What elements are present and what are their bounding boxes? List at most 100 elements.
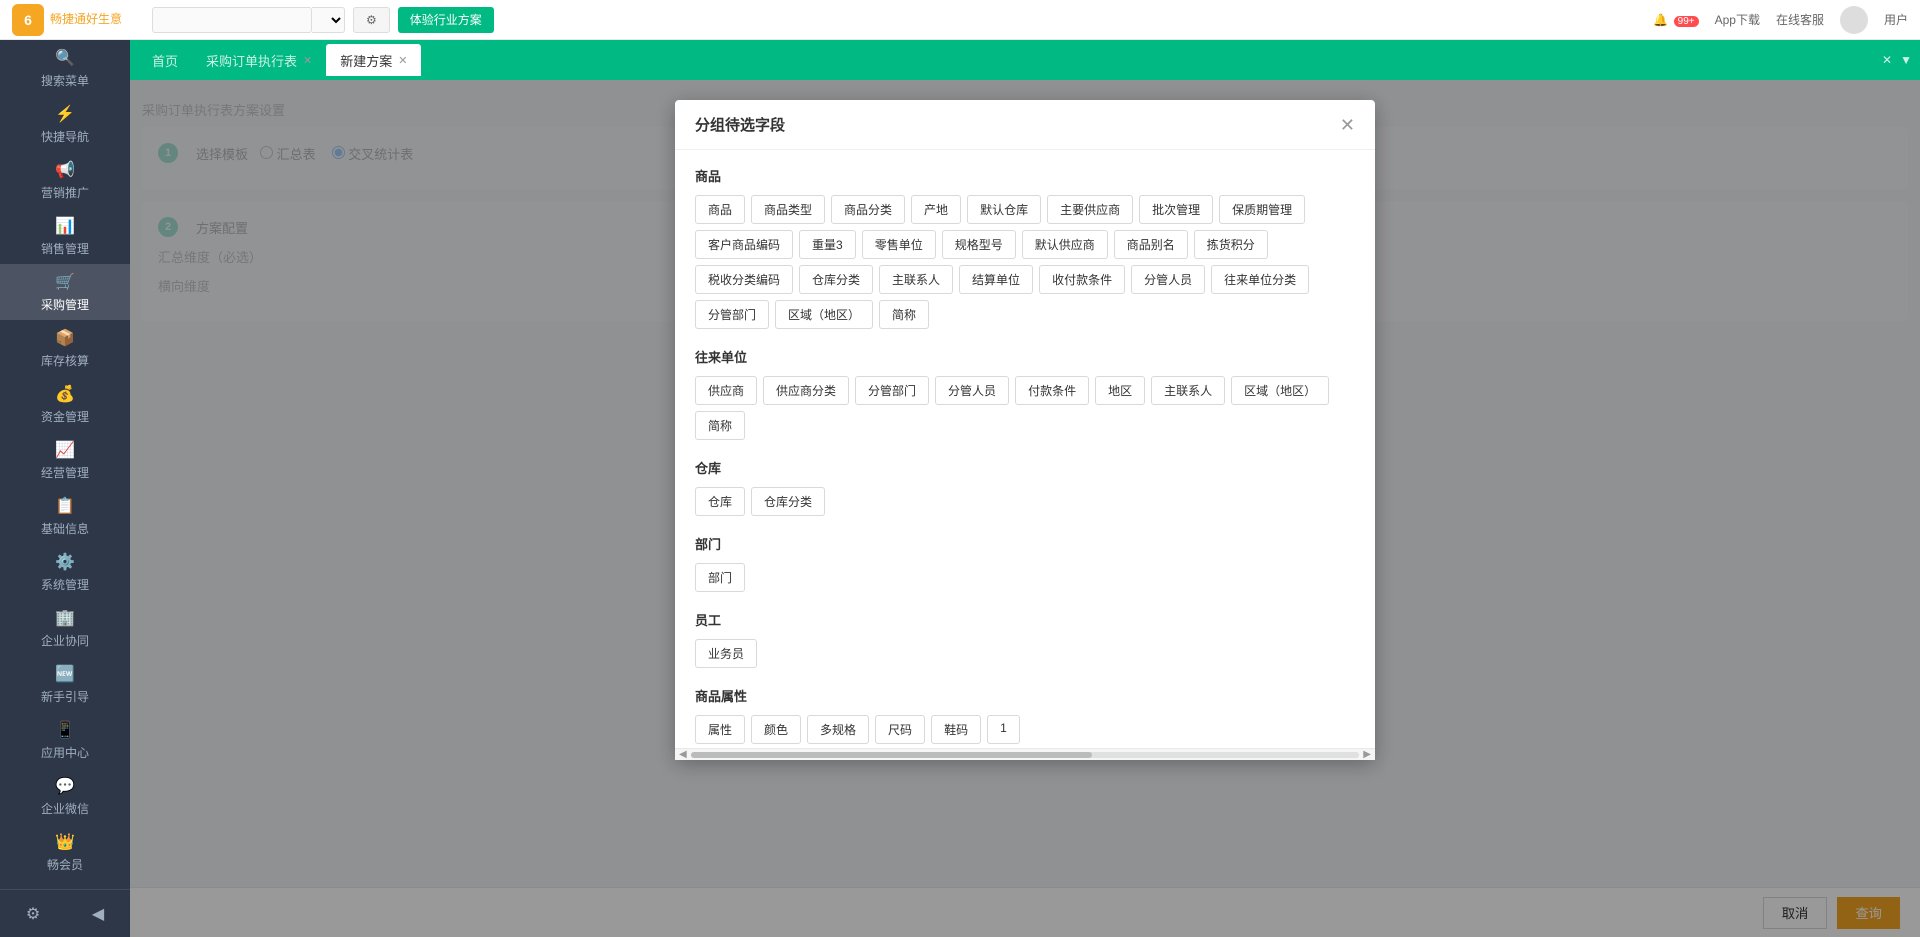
field-tag[interactable]: 零售单位 (862, 230, 936, 259)
tab-close-purchase[interactable]: ✕ (303, 54, 312, 67)
sidebar-item-marketing[interactable]: 📢 营销推广 (0, 152, 130, 208)
field-tag[interactable]: 仓库分类 (751, 487, 825, 516)
field-tag[interactable]: 尺码 (875, 715, 925, 744)
field-tag[interactable]: 默认仓库 (967, 195, 1041, 224)
field-tag[interactable]: 付款条件 (1015, 376, 1089, 405)
search-dropdown[interactable] (312, 7, 345, 33)
field-tag[interactable]: 结算单位 (959, 265, 1033, 294)
sidebar-item-system[interactable]: ⚙️ 系统管理 (0, 544, 130, 600)
field-tag[interactable]: 商品别名 (1114, 230, 1188, 259)
field-tag[interactable]: 主要供应商 (1047, 195, 1133, 224)
sidebar-item-inventory[interactable]: 📦 库存核算 (0, 320, 130, 376)
sidebar-item-apps[interactable]: 📱 应用中心 (0, 712, 130, 768)
section-employee: 员工 业务员 (695, 610, 1355, 668)
search-input[interactable] (152, 7, 312, 33)
sidebar-item-sales[interactable]: 📊 销售管理 (0, 208, 130, 264)
tab-menu-btn[interactable]: ▼ (1900, 53, 1912, 67)
section-product-attr-title: 商品属性 (695, 686, 1355, 705)
field-tag[interactable]: 颜色 (751, 715, 801, 744)
field-tag[interactable]: 仓库分类 (799, 265, 873, 294)
field-tag[interactable]: 收付款条件 (1039, 265, 1125, 294)
field-tag[interactable]: 区域（地区） (1231, 376, 1329, 405)
section-department: 部门 部门 (695, 534, 1355, 592)
field-tag[interactable]: 拣货积分 (1194, 230, 1268, 259)
sidebar-item-operations[interactable]: 📈 经营管理 (0, 432, 130, 488)
notification-badge: 99+ (1674, 16, 1699, 27)
modal-body[interactable]: 商品 商品 商品类型 商品分类 产地 默认仓库 主要供应商 批次管理 保质期管理… (675, 150, 1375, 748)
tab-purchase-order[interactable]: 采购订单执行表 ✕ (192, 44, 326, 76)
purchase-icon: 🛒 (55, 272, 75, 292)
sidebar-item-wechat[interactable]: 💬 企业微信 (0, 768, 130, 824)
collapse-btn[interactable]: ◀ (92, 904, 104, 924)
field-tag[interactable]: 客户商品编码 (695, 230, 793, 259)
sidebar-label-company: 企业协同 (41, 632, 89, 649)
finance-icon: 💰 (55, 384, 75, 404)
sidebar-item-company[interactable]: 🏢 企业协同 (0, 600, 130, 656)
section-partner: 往来单位 供应商 供应商分类 分管部门 分管人员 付款条件 地区 主联系人 区域… (695, 347, 1355, 440)
modal-hscroll[interactable]: ◀ ▶ (675, 748, 1375, 760)
field-tag[interactable]: 供应商分类 (763, 376, 849, 405)
sidebar-item-basic[interactable]: 📋 基础信息 (0, 488, 130, 544)
field-tag[interactable]: 仓库 (695, 487, 745, 516)
settings-bottom-btn[interactable]: ⚙ (26, 904, 40, 924)
field-tag[interactable]: 保质期管理 (1219, 195, 1305, 224)
tab-new-plan[interactable]: 新建方案 ✕ (326, 44, 421, 76)
online-service[interactable]: 在线客服 (1776, 11, 1824, 28)
field-tag[interactable]: 1 (987, 715, 1020, 744)
field-tag[interactable]: 往来单位分类 (1211, 265, 1309, 294)
field-tag[interactable]: 商品分类 (831, 195, 905, 224)
sidebar-label-operations: 经营管理 (41, 464, 89, 481)
field-tag[interactable]: 商品类型 (751, 195, 825, 224)
field-tag[interactable]: 供应商 (695, 376, 757, 405)
field-tag[interactable]: 业务员 (695, 639, 757, 668)
user-avatar[interactable] (1840, 6, 1868, 34)
field-tag[interactable]: 主联系人 (1151, 376, 1225, 405)
search-icon: 🔍 (55, 48, 75, 68)
field-tag[interactable]: 商品 (695, 195, 745, 224)
sidebar-item-purchase[interactable]: 🛒 采购管理 (0, 264, 130, 320)
app-download[interactable]: App下载 (1715, 11, 1760, 28)
sidebar-label-purchase: 采购管理 (41, 296, 89, 313)
sidebar-item-member[interactable]: 👑 畅会员 (0, 824, 130, 880)
hscroll-left-arrow[interactable]: ◀ (679, 749, 687, 760)
notification-area[interactable]: 🔔 99+ (1653, 13, 1698, 27)
tab-home[interactable]: 首页 (138, 44, 192, 76)
sidebar-item-finance[interactable]: 💰 资金管理 (0, 376, 130, 432)
field-tag[interactable]: 简称 (879, 300, 929, 329)
gear-button[interactable]: ⚙ (353, 7, 390, 33)
field-tag[interactable]: 分管部门 (695, 300, 769, 329)
field-tag[interactable]: 重量3 (799, 230, 856, 259)
hscroll-track (691, 752, 1360, 758)
sidebar-label-wechat: 企业微信 (41, 800, 89, 817)
field-tag[interactable]: 批次管理 (1139, 195, 1213, 224)
sidebar-item-quick-nav[interactable]: ⚡ 快捷导航 (0, 96, 130, 152)
modal-close-button[interactable]: ✕ (1340, 116, 1355, 134)
field-tag[interactable]: 分管部门 (855, 376, 929, 405)
field-tag[interactable]: 规格型号 (942, 230, 1016, 259)
tab-close-all[interactable]: ✕ (1882, 53, 1892, 67)
field-tag[interactable]: 部门 (695, 563, 745, 592)
field-tag[interactable]: 鞋码 (931, 715, 981, 744)
sidebar-label-search: 搜索菜单 (41, 72, 89, 89)
field-tag[interactable]: 多规格 (807, 715, 869, 744)
field-tag[interactable]: 区域（地区） (775, 300, 873, 329)
hscroll-right-arrow[interactable]: ▶ (1363, 749, 1371, 760)
tab-close-new-plan[interactable]: ✕ (398, 54, 407, 67)
sidebar-item-guide[interactable]: 🆕 新手引导 (0, 656, 130, 712)
section-partner-title: 往来单位 (695, 347, 1355, 366)
field-tag[interactable]: 属性 (695, 715, 745, 744)
field-tag[interactable]: 主联系人 (879, 265, 953, 294)
field-tag[interactable]: 简称 (695, 411, 745, 440)
marketing-icon: 📢 (55, 160, 75, 180)
field-tag[interactable]: 默认供应商 (1022, 230, 1108, 259)
sidebar-label-apps: 应用中心 (41, 744, 89, 761)
field-tag[interactable]: 产地 (911, 195, 961, 224)
field-tag[interactable]: 地区 (1095, 376, 1145, 405)
sidebar-label-inventory: 库存核算 (41, 352, 89, 369)
sidebar-label-sales: 销售管理 (41, 240, 89, 257)
trial-button[interactable]: 体验行业方案 (398, 7, 494, 33)
field-tag[interactable]: 税收分类编码 (695, 265, 793, 294)
sidebar-item-search[interactable]: 🔍 搜索菜单 (0, 40, 130, 96)
field-tag[interactable]: 分管人员 (935, 376, 1009, 405)
field-tag[interactable]: 分管人员 (1131, 265, 1205, 294)
